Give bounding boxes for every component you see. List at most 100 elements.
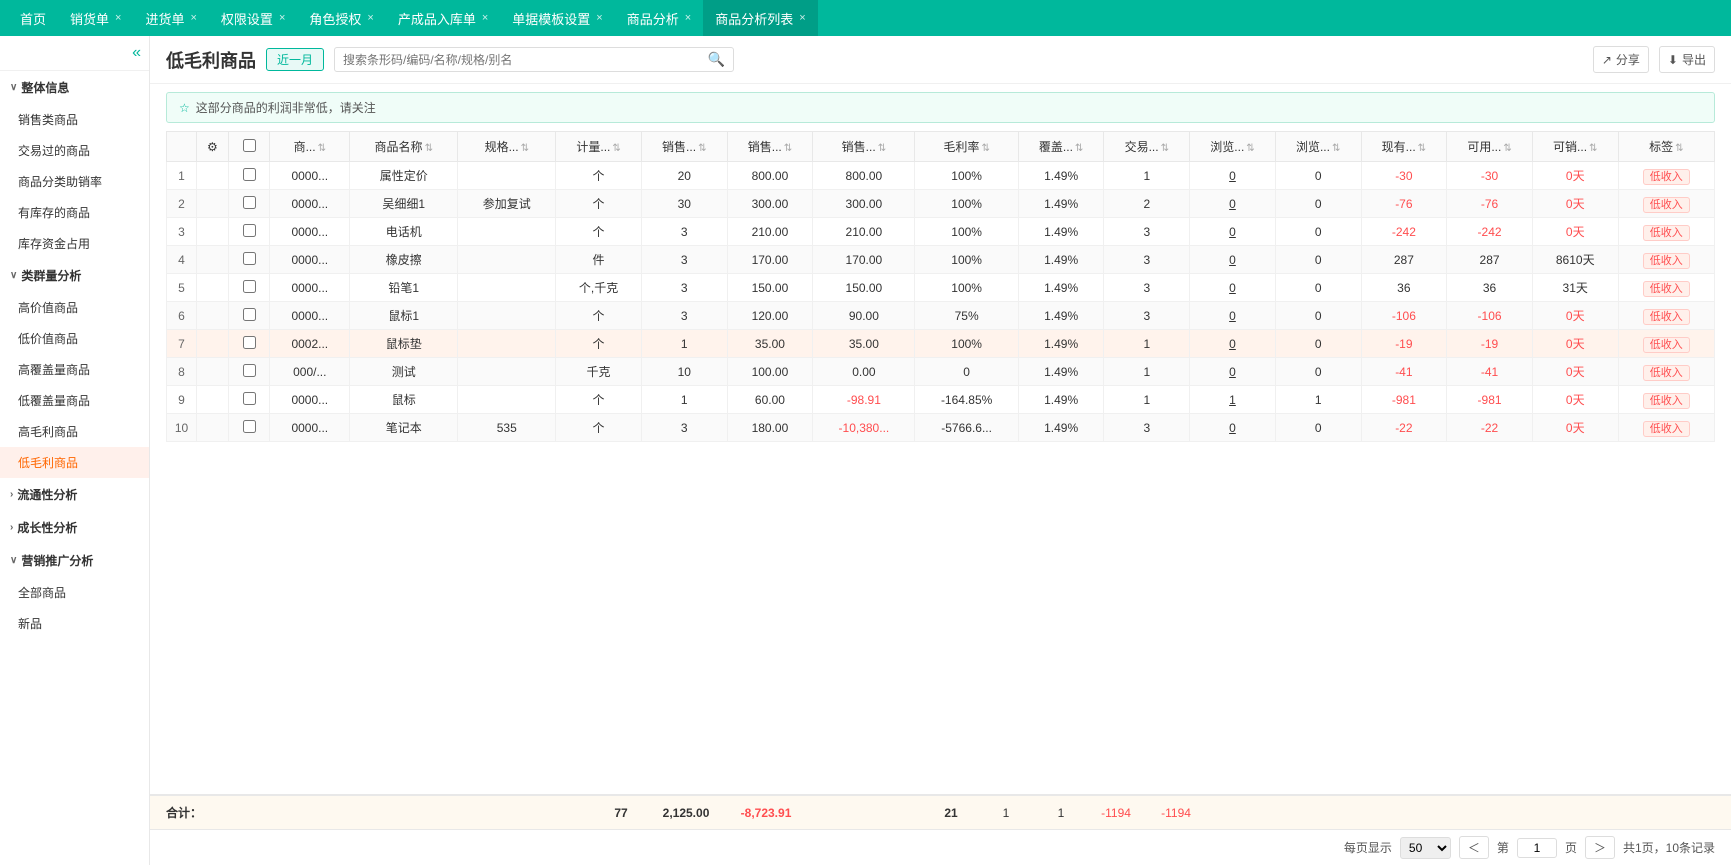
row-checkbox-cell[interactable] xyxy=(228,162,270,190)
search-icon[interactable]: 🔍 xyxy=(708,51,725,68)
row-checkbox-cell[interactable] xyxy=(228,246,270,274)
sort-icon[interactable]: ⇅ xyxy=(981,143,989,154)
row-gear[interactable] xyxy=(197,274,229,302)
row-view1[interactable]: 0 xyxy=(1190,162,1276,190)
sidebar-item-商品分类助销率[interactable]: 商品分类助销率 xyxy=(0,166,149,197)
page-number-input[interactable] xyxy=(1517,838,1557,858)
sidebar-item-交易过的商品[interactable]: 交易过的商品 xyxy=(0,135,149,166)
view1-link[interactable]: 0 xyxy=(1229,309,1236,323)
table-container[interactable]: ⚙商...⇅商品名称⇅规格...⇅计量...⇅销售...⇅销售...⇅销售...… xyxy=(150,131,1731,794)
view1-link[interactable]: 0 xyxy=(1229,281,1236,295)
row-checkbox[interactable] xyxy=(243,252,256,265)
sidebar-item-低覆盖量商品[interactable]: 低覆盖量商品 xyxy=(0,385,149,416)
share-button[interactable]: ↗ 分享 xyxy=(1593,46,1649,73)
sort-icon[interactable]: ⇅ xyxy=(1161,143,1169,154)
close-tab-icon[interactable]: × xyxy=(685,12,691,24)
col-checkbox[interactable] xyxy=(228,132,270,162)
row-view1[interactable]: 0 xyxy=(1190,414,1276,442)
row-gear[interactable] xyxy=(197,162,229,190)
sort-icon[interactable]: ⇅ xyxy=(425,143,433,154)
close-tab-icon[interactable]: × xyxy=(279,12,285,24)
nav-item-销货单[interactable]: 销货单× xyxy=(58,0,133,36)
sort-icon[interactable]: ⇅ xyxy=(1075,143,1083,154)
select-all-checkbox[interactable] xyxy=(243,139,256,152)
sidebar-item-新品[interactable]: 新品 xyxy=(0,608,149,639)
row-checkbox-cell[interactable] xyxy=(228,190,270,218)
sidebar-group-流通性分析[interactable]: ›流通性分析 xyxy=(0,478,149,511)
sidebar-item-全部商品[interactable]: 全部商品 xyxy=(0,577,149,608)
nav-item-商品分析列表[interactable]: 商品分析列表× xyxy=(703,0,817,36)
nav-item-单据模板设置[interactable]: 单据模板设置× xyxy=(500,0,614,36)
row-gear[interactable] xyxy=(197,302,229,330)
sidebar-group-成长性分析[interactable]: ›成长性分析 xyxy=(0,511,149,544)
col-gear[interactable]: ⚙ xyxy=(197,132,229,162)
next-page-button[interactable]: ＞ xyxy=(1585,836,1615,859)
close-tab-icon[interactable]: × xyxy=(115,12,121,24)
nav-item-进货单[interactable]: 进货单× xyxy=(133,0,208,36)
row-view1[interactable]: 0 xyxy=(1190,274,1276,302)
sort-icon[interactable]: ⇅ xyxy=(698,143,706,154)
sort-icon[interactable]: ⇅ xyxy=(1503,143,1511,154)
view1-link[interactable]: 0 xyxy=(1229,365,1236,379)
row-checkbox[interactable] xyxy=(243,336,256,349)
sidebar-item-有库存的商品[interactable]: 有库存的商品 xyxy=(0,197,149,228)
row-checkbox-cell[interactable] xyxy=(228,274,270,302)
sidebar-item-高毛利商品[interactable]: 高毛利商品 xyxy=(0,416,149,447)
export-button[interactable]: ⬇ 导出 xyxy=(1659,46,1715,73)
sort-icon[interactable]: ⇅ xyxy=(1589,143,1597,154)
row-checkbox[interactable] xyxy=(243,280,256,293)
row-checkbox[interactable] xyxy=(243,364,256,377)
row-checkbox[interactable] xyxy=(243,308,256,321)
sort-icon[interactable]: ⇅ xyxy=(1332,143,1340,154)
row-view1[interactable]: 0 xyxy=(1190,302,1276,330)
row-checkbox-cell[interactable] xyxy=(228,218,270,246)
close-tab-icon[interactable]: × xyxy=(190,12,196,24)
row-view1[interactable]: 0 xyxy=(1190,218,1276,246)
sidebar-item-库存资金占用[interactable]: 库存资金占用 xyxy=(0,228,149,259)
row-checkbox-cell[interactable] xyxy=(228,302,270,330)
row-gear[interactable] xyxy=(197,358,229,386)
view1-link[interactable]: 0 xyxy=(1229,421,1236,435)
sort-icon[interactable]: ⇅ xyxy=(612,143,620,154)
row-view1[interactable]: 0 xyxy=(1190,330,1276,358)
close-tab-icon[interactable]: × xyxy=(482,12,488,24)
sidebar-item-低价值商品[interactable]: 低价值商品 xyxy=(0,323,149,354)
row-gear[interactable] xyxy=(197,190,229,218)
row-view1[interactable]: 0 xyxy=(1190,358,1276,386)
row-view1[interactable]: 0 xyxy=(1190,246,1276,274)
close-tab-icon[interactable]: × xyxy=(596,12,602,24)
row-checkbox-cell[interactable] xyxy=(228,358,270,386)
view1-link[interactable]: 0 xyxy=(1229,197,1236,211)
sidebar-group-整体信息[interactable]: ∨整体信息 xyxy=(0,71,149,104)
view1-link[interactable]: 0 xyxy=(1229,169,1236,183)
nav-item-权限设置[interactable]: 权限设置× xyxy=(209,0,297,36)
sort-icon[interactable]: ⇅ xyxy=(318,143,326,154)
row-gear[interactable] xyxy=(197,414,229,442)
sort-icon[interactable]: ⇅ xyxy=(1675,143,1683,154)
row-gear[interactable] xyxy=(197,330,229,358)
sidebar-item-高价值商品[interactable]: 高价值商品 xyxy=(0,292,149,323)
row-checkbox[interactable] xyxy=(243,420,256,433)
search-input[interactable] xyxy=(343,53,702,67)
nav-item-产成品入库单[interactable]: 产成品入库单× xyxy=(386,0,500,36)
sidebar-group-类群量分析[interactable]: ∨类群量分析 xyxy=(0,259,149,292)
close-tab-icon[interactable]: × xyxy=(799,12,805,24)
close-tab-icon[interactable]: × xyxy=(367,12,373,24)
prev-page-button[interactable]: ＜ xyxy=(1459,836,1489,859)
per-page-select[interactable]: 50 100 200 xyxy=(1400,837,1451,859)
sort-icon[interactable]: ⇅ xyxy=(521,143,529,154)
sort-icon[interactable]: ⇅ xyxy=(1246,143,1254,154)
row-checkbox-cell[interactable] xyxy=(228,414,270,442)
sidebar-group-营销推广分析[interactable]: ∨营销推广分析 xyxy=(0,544,149,577)
row-checkbox-cell[interactable] xyxy=(228,386,270,414)
view1-link[interactable]: 0 xyxy=(1229,225,1236,239)
row-gear[interactable] xyxy=(197,218,229,246)
settings-icon[interactable]: ⚙ xyxy=(207,140,218,154)
filter-button[interactable]: 近一月 xyxy=(266,48,324,71)
sidebar-item-低毛利商品[interactable]: 低毛利商品 xyxy=(0,447,149,478)
sidebar-item-销售类商品[interactable]: 销售类商品 xyxy=(0,104,149,135)
row-checkbox[interactable] xyxy=(243,168,256,181)
row-checkbox-cell[interactable] xyxy=(228,330,270,358)
row-view1[interactable]: 0 xyxy=(1190,190,1276,218)
view1-link[interactable]: 0 xyxy=(1229,253,1236,267)
